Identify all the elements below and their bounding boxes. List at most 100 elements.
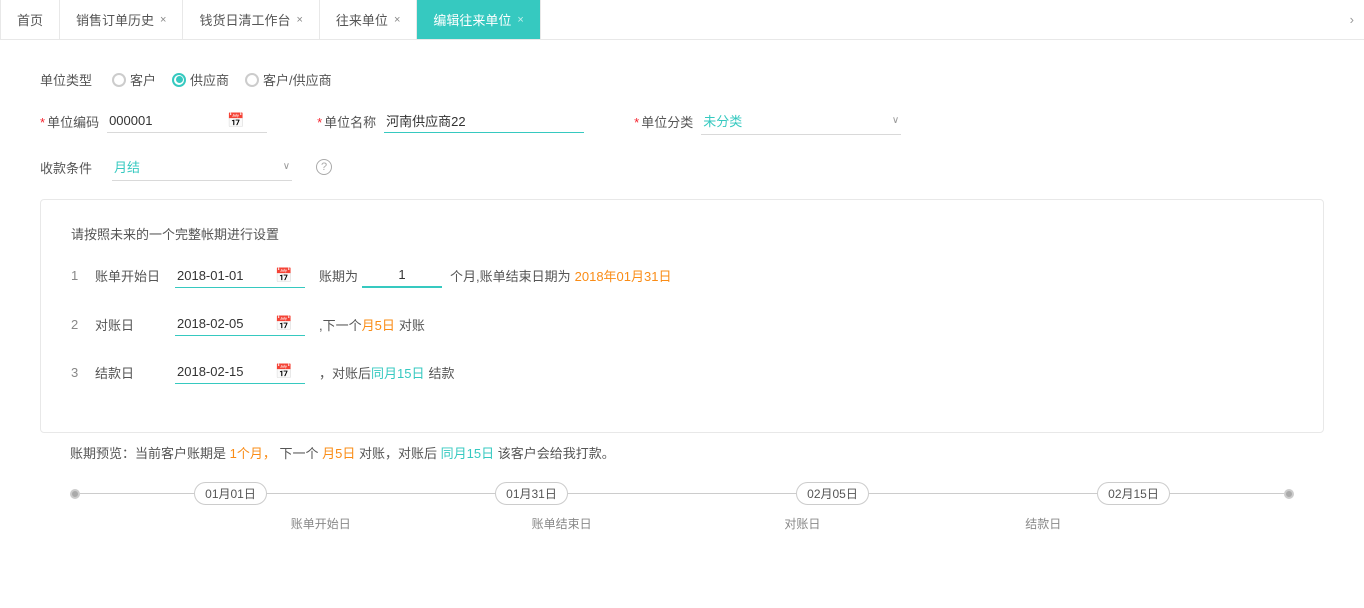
timeline-end-dot [1284,489,1294,499]
preview-section: 账期预览：当前客户账期是 1个月， 下一个 月5日 对账，对账后 同月15日 该… [40,443,1324,462]
radio-group-unit-type: 客户 供应商 客户/供应商 [112,70,332,89]
period-end-date: 2018年01月31日 [575,266,672,285]
reconciliation-desc-after: 对账 [399,315,425,334]
timeline-section: 01月01日 01月31日 02月05日 02月15日 [40,482,1324,552]
close-icon[interactable]: × [296,14,302,26]
timeline-node-1: 01月01日 [194,482,267,505]
radio-customer-supplier[interactable]: 客户/供应商 [245,70,332,89]
reconciliation-date-input: 📅 [175,312,305,336]
timeline-node-3: 02月05日 [796,482,869,505]
timeline-label-3: 对账日 [682,511,923,532]
setting-row-3: 3 结款日 📅 ，对账后 同月15日 结款 [71,360,1293,384]
close-icon[interactable]: × [160,14,166,26]
unit-category-dropdown[interactable]: 未分类 ∨ [701,107,901,135]
bill-start-date-field[interactable] [175,264,275,287]
row-number-2: 2 [71,317,95,332]
close-icon[interactable]: × [394,14,400,26]
timeline-badge-2: 01月31日 [495,482,568,505]
payment-terms-value: 月结 [114,157,140,176]
radio-supplier[interactable]: 供应商 [172,70,229,89]
timeline-labels: 账单开始日 账单结束日 对账日 结款日 [70,511,1294,532]
setting-row-1: 1 账单开始日 📅 账期为 个月,账单结束日期为 2018年01月31日 [71,263,1293,288]
timeline-line-5 [1170,493,1284,494]
timeline-line-3 [568,493,796,494]
row-number-3: 3 [71,365,95,380]
unit-name-group: *单位名称 [317,109,584,133]
unit-category-label: *单位分类 [634,112,693,131]
unit-type-row: 单位类型 客户 供应商 客户/供应商 [40,70,1324,89]
preview-part3-after: 该客户会给我打款。 [498,446,615,461]
tab-cash-work-desk[interactable]: 钱货日清工作台 × [183,0,319,39]
unit-category-value: 未分类 [703,111,742,130]
timeline-label-1: 账单开始日 [200,511,441,532]
payment-desc-before: ，对账后 [319,363,371,382]
radio-supplier-label: 供应商 [190,70,229,89]
payment-terms-label: 收款条件 [40,158,92,177]
radio-circle-customer-supplier [245,73,259,87]
chevron-down-icon: ∨ [892,115,899,126]
payment-date-field[interactable] [175,360,275,383]
tab-home-label: 首页 [17,10,43,29]
unit-type-label: 单位类型 [40,70,92,89]
preview-part3-highlight: 同月15日 [441,446,494,461]
main-content: 单位类型 客户 供应商 客户/供应商 *单位编码 📅 * [0,40,1364,608]
tab-home[interactable]: 首页 [0,0,60,39]
reconciliation-label: 对账日 [95,315,175,334]
unit-code-group: *单位编码 📅 [40,109,267,133]
radio-circle-customer [112,73,126,87]
period-label: 账期为 [319,266,358,285]
unit-name-label: *单位名称 [317,112,376,131]
tabs-bar: 首页 销售订单历史 × 钱货日清工作台 × 往来单位 × 编辑往来单位 × › [0,0,1364,40]
bill-start-label: 账单开始日 [95,266,175,285]
preview-part2-after: 对账，对账后 [359,446,437,461]
calendar-icon[interactable]: 📅 [275,363,292,380]
chevron-down-icon: ∨ [283,161,290,172]
timeline-line-1 [80,493,194,494]
timeline-start-dot [70,489,80,499]
payment-date-label: 结款日 [95,363,175,382]
tab-partner-unit[interactable]: 往来单位 × [320,0,417,39]
period-value-input[interactable] [362,263,442,288]
timeline-node-2: 01月31日 [495,482,568,505]
unit-code-label: *单位编码 [40,112,99,131]
timeline-label-2: 账单结束日 [441,511,682,532]
payment-date-input: 📅 [175,360,305,384]
payment-desc-after: 结款 [428,363,454,382]
card-title: 请按照未来的一个完整帐期进行设置 [71,224,1293,243]
reconciliation-desc-before: ,下一个 [319,315,362,334]
period-unit-label: 个月,账单结束日期为 [450,266,571,285]
unit-category-group: *单位分类 未分类 ∨ [634,107,901,135]
timeline-badge-4: 02月15日 [1097,482,1170,505]
payment-terms-row: 收款条件 月结 ∨ ? [40,153,1324,181]
tab-sales-order-history[interactable]: 销售订单历史 × [60,0,183,39]
setting-row-2: 2 对账日 📅 ,下一个 月5日 对账 [71,312,1293,336]
preview-part2-highlight: 月5日 [322,446,355,461]
timeline-label-4: 结款日 [923,511,1164,532]
payment-highlight: 同月15日 [371,363,424,382]
radio-customer-label: 客户 [130,70,156,89]
tab-partner-unit-label: 往来单位 [336,10,388,29]
tab-edit-partner-unit[interactable]: 编辑往来单位 × [417,0,540,39]
bill-start-date-input: 📅 [175,264,305,288]
tab-edit-partner-unit-label: 编辑往来单位 [433,10,511,29]
unit-name-input[interactable] [384,109,584,133]
calendar-icon[interactable]: 📅 [227,112,244,129]
timeline-line-2 [267,493,495,494]
radio-circle-supplier [172,73,186,87]
calendar-icon[interactable]: 📅 [275,315,292,332]
unit-code-input-wrapper: 📅 [107,109,267,133]
radio-customer-supplier-label: 客户/供应商 [263,70,332,89]
close-icon[interactable]: × [517,14,523,26]
help-icon[interactable]: ? [316,159,332,175]
tab-sales-order-history-label: 销售订单历史 [76,10,154,29]
timeline-node-4: 02月15日 [1097,482,1170,505]
payment-terms-dropdown[interactable]: 月结 ∨ [112,153,292,181]
preview-label: 账期预览：当前客户账期是 [70,446,226,461]
unit-code-input[interactable] [107,109,227,132]
tab-cash-work-desk-label: 钱货日清工作台 [199,10,290,29]
settings-card: 请按照未来的一个完整帐期进行设置 1 账单开始日 📅 账期为 个月,账单结束日期… [40,199,1324,433]
reconciliation-date-field[interactable] [175,312,275,335]
radio-customer[interactable]: 客户 [112,70,156,89]
calendar-icon[interactable]: 📅 [275,267,292,284]
tab-arrow[interactable]: › [1340,12,1364,27]
